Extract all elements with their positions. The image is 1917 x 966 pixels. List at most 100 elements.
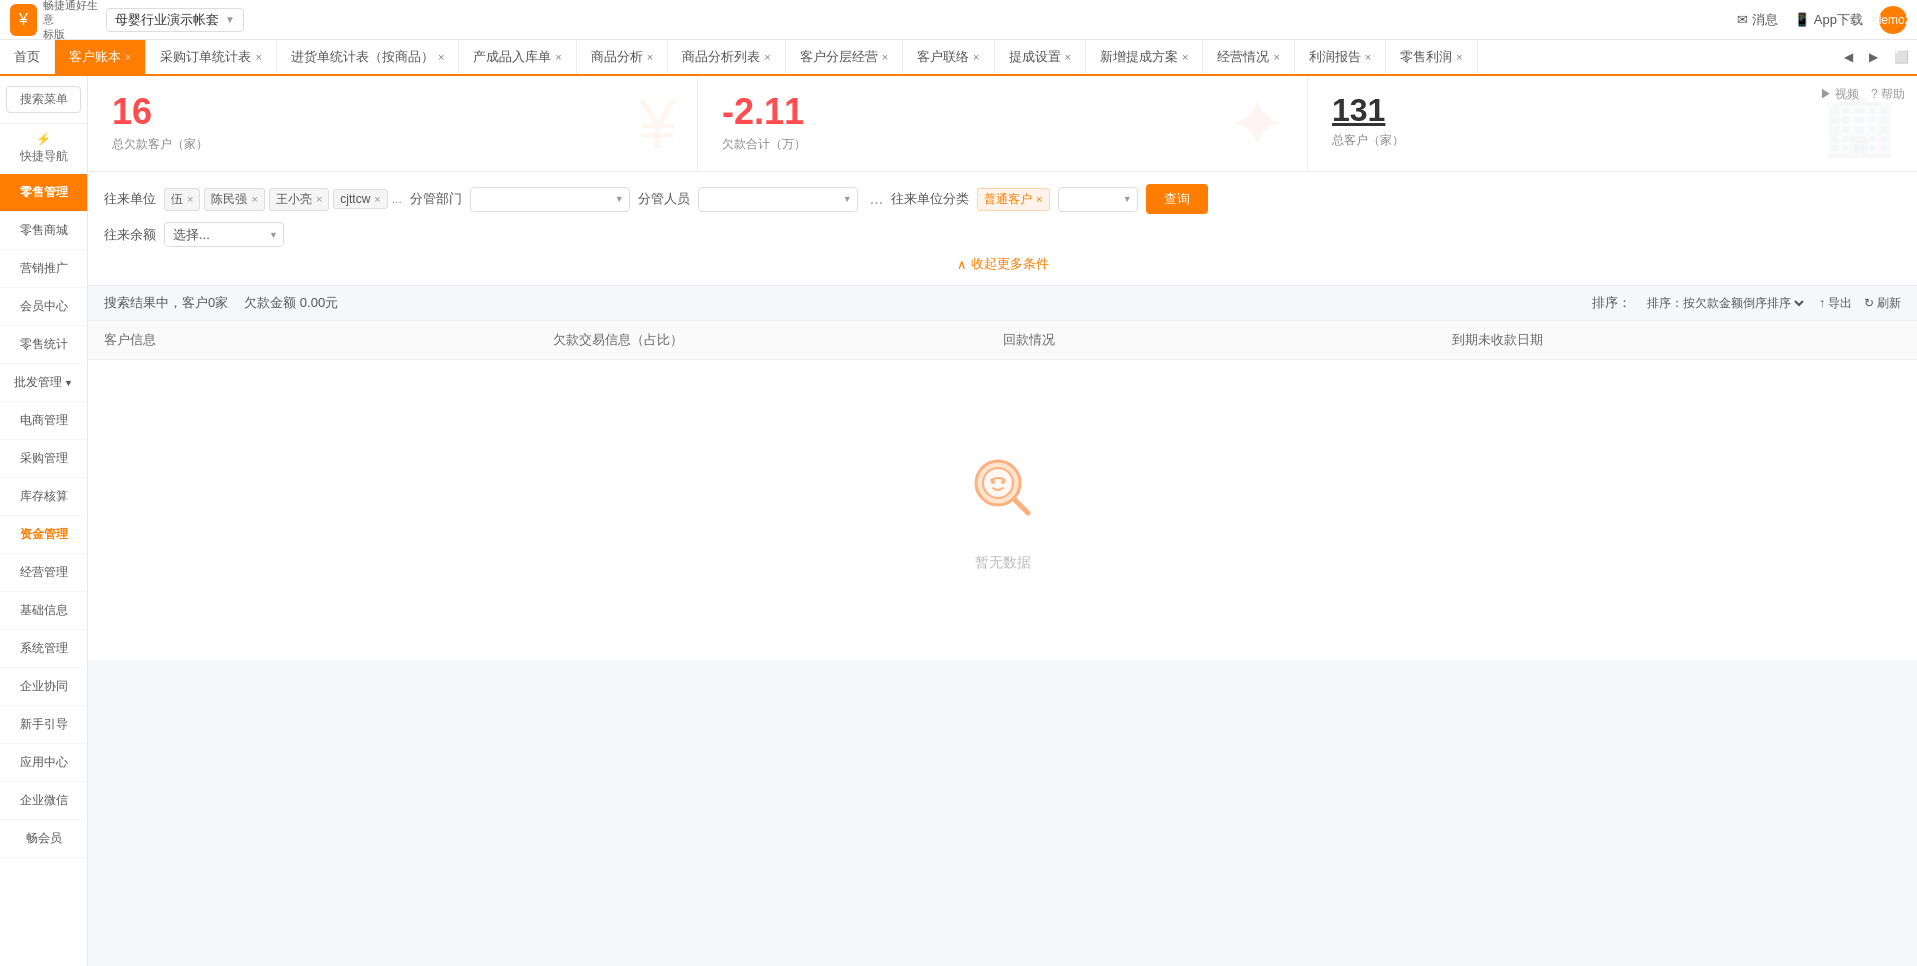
sidebar-item-operations[interactable]: 经营管理 [0,554,87,592]
help-icon: ? [1871,87,1878,101]
tab-retail-profit[interactable]: 零售利润 × [1386,40,1477,74]
tab-business-status[interactable]: 经营情况 × [1203,40,1294,74]
balance-filter-select[interactable]: 选择... [164,222,284,247]
remove-tag-wang[interactable]: × [316,193,322,205]
svg-point-1 [983,468,1013,498]
tab-profit-report[interactable]: 利润报告 × [1295,40,1386,74]
close-tab-icon[interactable]: × [1065,51,1071,63]
collapse-button[interactable]: ∧ 收起更多条件 [957,255,1049,273]
app-download-button[interactable]: 📱 App下载 [1794,11,1863,29]
top-header: ¥ 畅捷通好生意 标版 母婴行业演示帐套 ▼ ✉ 消息 📱 App下载 demo… [0,0,1917,40]
stat-total-customers-value: 131 [1332,94,1385,126]
sidebar-item-system[interactable]: 系统管理 [0,630,87,668]
sidebar-item-retail-stats[interactable]: 零售统计 [0,326,87,364]
filter-more-tags[interactable]: ... [392,192,402,206]
table-body: 暂无数据 [88,360,1917,660]
messages-button[interactable]: ✉ 消息 [1737,11,1778,29]
close-tab-icon[interactable]: × [1365,51,1371,63]
sidebar-item-basic-info[interactable]: 基础信息 [0,592,87,630]
tab-inbound-stats[interactable]: 进货单统计表（按商品） × [277,40,459,74]
remove-tag-normal[interactable]: × [1036,193,1042,205]
person-filter-select[interactable] [698,187,858,212]
logo-icon: ¥ [10,4,37,36]
unit-classify-tags: 普通客户 × [977,188,1049,211]
avatar[interactable]: demo2 [1879,6,1907,34]
export-icon: ↑ [1819,296,1825,310]
tab-product-analysis-list[interactable]: 商品分析列表 × [668,40,785,74]
sidebar-item-finance[interactable]: 资金管理 [0,516,87,554]
tab-purchase-order-stats[interactable]: 采购订单统计表 × [146,40,276,74]
filter-tag-chen: 陈民强 × [204,188,264,211]
refresh-icon: ↻ [1864,296,1874,310]
sidebar-item-retail-mall[interactable]: 零售商城 [0,212,87,250]
remove-tag-chen[interactable]: × [251,193,257,205]
remove-tag-cjttcw[interactable]: × [374,193,380,205]
sidebar-item-ecommerce[interactable]: 电商管理 [0,402,87,440]
close-tab-icon[interactable]: × [882,51,888,63]
sidebar-item-enterprise[interactable]: 企业协同 [0,668,87,706]
close-tab-icon[interactable]: × [1456,51,1462,63]
sidebar-item-retail-management[interactable]: 零售管理 [0,174,87,212]
balance-filter-label: 往来余额 [104,226,156,244]
nav-expand-icon[interactable]: ⬜ [1886,44,1917,70]
data-table: 客户信息 欠款交易信息（占比） 回款情况 到期未收款日期 [88,321,1917,660]
sidebar: 搜索菜单 ⚡ 快捷导航 零售管理 零售商城 营销推广 会员中心 零售统计 批发管… [0,76,88,966]
close-tab-icon[interactable]: × [1273,51,1279,63]
logo-area: ¥ 畅捷通好生意 标版 [10,0,98,41]
search-menu-button[interactable]: 搜索菜单 [6,86,81,113]
sidebar-quick-nav[interactable]: ⚡ 快捷导航 [0,124,87,174]
account-selector[interactable]: 母婴行业演示帐套 ▼ [106,8,244,32]
close-tab-icon[interactable]: × [438,51,444,63]
sidebar-item-app-center[interactable]: 应用中心 [0,744,87,782]
video-help-link[interactable]: ▶ 视频 [1820,86,1859,103]
stat-overdue-customers-value: 16 [112,94,152,130]
tab-product-analysis[interactable]: 商品分析 × [577,40,668,74]
sidebar-item-wholesale[interactable]: 批发管理 ▼ [0,364,87,402]
help-link[interactable]: ? 帮助 [1871,86,1905,103]
sidebar-item-inventory[interactable]: 库存核算 [0,478,87,516]
col-overdue-info: 欠款交易信息（占比） [553,331,1002,349]
empty-illustration [963,448,1043,528]
export-button[interactable]: ↑ 导出 [1819,295,1852,312]
refresh-button[interactable]: ↻ 刷新 [1864,295,1901,312]
person-filter-wrap [698,187,858,212]
close-tab-icon[interactable]: × [255,51,261,63]
nav-right-arrow[interactable]: ▶ [1861,44,1886,70]
tab-customer-contact[interactable]: 客户联络 × [903,40,994,74]
tab-commission-settings[interactable]: 提成设置 × [995,40,1086,74]
sidebar-item-wechat[interactable]: 企业微信 [0,782,87,820]
sidebar-item-purchase[interactable]: 采购管理 [0,440,87,478]
sidebar-item-guide[interactable]: 新手引导 [0,706,87,744]
svg-line-2 [1014,499,1028,513]
logo-text: 畅捷通好生意 标版 [43,0,98,41]
nav-scroll-arrows: ◀ ▶ ⬜ [1836,44,1917,70]
nav-left-arrow[interactable]: ◀ [1836,44,1861,70]
tab-customer-tier[interactable]: 客户分层经营 × [786,40,903,74]
dept-filter-wrap [470,187,630,212]
close-tab-icon[interactable]: × [1182,51,1188,63]
tab-production-inbound[interactable]: 产成品入库单 × [459,40,576,74]
tab-customer-ledger[interactable]: 客户账本 × [55,40,146,74]
filter-row-2: 往来余额 选择... [104,222,1901,247]
tab-add-commission[interactable]: 新增提成方案 × [1086,40,1203,74]
stats-bar: 16 总欠款客户（家） ¥ -2.11 欠款合计（万） ✦ 131 总客户（家）… [88,76,1917,172]
result-left: 搜索结果中，客户0家 欠款金额 0.00元 [104,294,338,312]
unit-classify-select[interactable] [1058,187,1138,212]
person-filter-more[interactable]: ... [870,190,883,208]
stat-bg-yuan-icon: ¥ [638,84,677,164]
close-tab-icon[interactable]: × [647,51,653,63]
dept-filter-select[interactable] [470,187,630,212]
close-tab-icon[interactable]: × [973,51,979,63]
filter-tag-cjttcw: cjttcw × [333,189,387,209]
sort-select[interactable]: 排序：按欠款金额倒序排序 [1643,295,1807,311]
sidebar-item-member-center[interactable]: 会员中心 [0,288,87,326]
close-tab-icon[interactable]: × [125,51,131,63]
home-tab[interactable]: 首页 [0,40,55,74]
query-button[interactable]: 查询 [1146,184,1208,214]
remove-tag-wu[interactable]: × [187,193,193,205]
close-tab-icon[interactable]: × [764,51,770,63]
header-right: ✉ 消息 📱 App下载 demo2 [1737,6,1907,34]
close-tab-icon[interactable]: × [555,51,561,63]
sidebar-item-member[interactable]: 畅会员 [0,820,87,858]
sidebar-item-marketing[interactable]: 营销推广 [0,250,87,288]
